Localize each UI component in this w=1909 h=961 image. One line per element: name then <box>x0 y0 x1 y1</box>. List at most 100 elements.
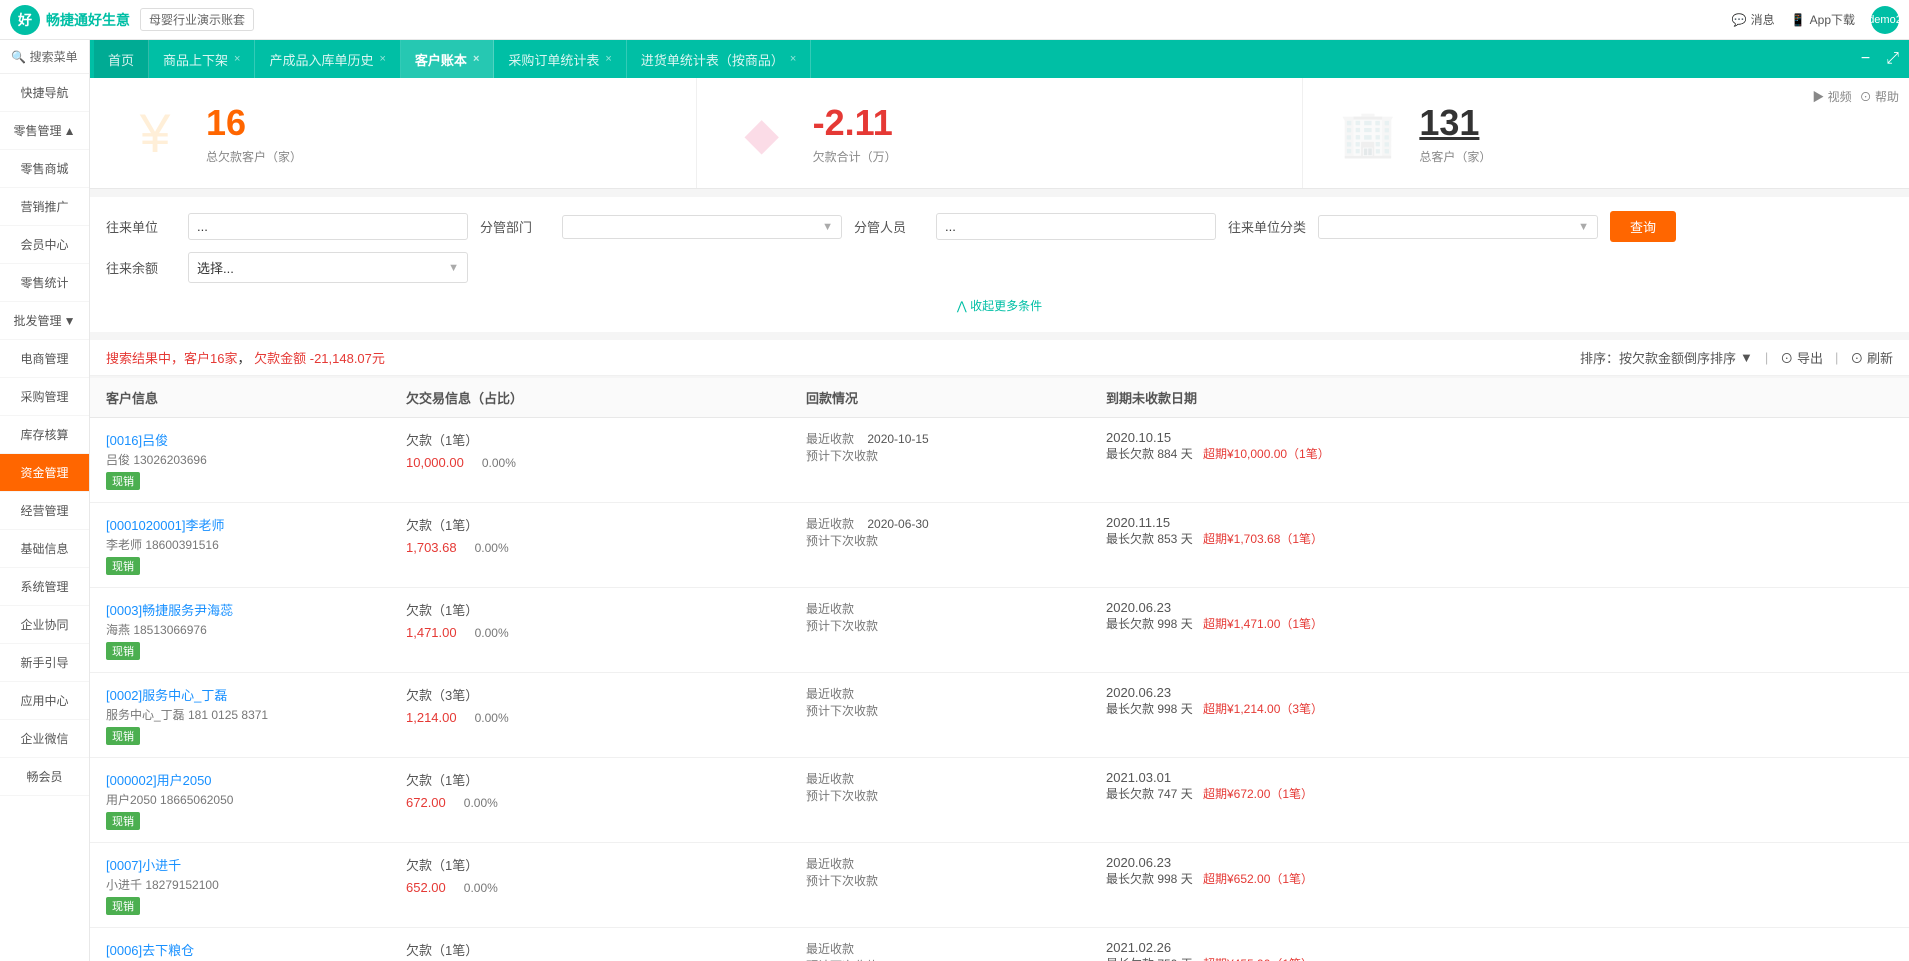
tab-product-listing-close[interactable]: × <box>234 53 240 65</box>
payback-label: 最近收款 2020-10-15 <box>806 430 1106 447</box>
payback-next: 预计下次收款 <box>806 532 1106 549</box>
tab-maximize-button[interactable]: ⤢ <box>1880 50 1905 68</box>
customer-name[interactable]: [000002]用户2050 <box>106 770 406 789</box>
sort-selector[interactable]: 排序：按欠款金额倒序排序 ▼ <box>1580 348 1753 367</box>
video-action[interactable]: ▶ 视频 <box>1812 88 1851 105</box>
tab-instock-stats[interactable]: 进货单统计表（按商品） × <box>627 40 811 78</box>
help-action[interactable]: ⊙ 帮助 <box>1860 88 1899 105</box>
tab-purchase-order[interactable]: 采购订单统计表 × <box>494 40 626 78</box>
debt-amount[interactable]: 10,000.00 <box>406 455 464 470</box>
customer-name[interactable]: [0006]去下粮仓 <box>106 940 406 959</box>
tab-customer-account-close[interactable]: × <box>473 53 479 65</box>
debt-customers-info: 16 总欠款客户（家） <box>206 102 302 165</box>
tab-customer-account[interactable]: 客户账本 × <box>401 40 494 78</box>
sidebar-item-new-guide[interactable]: 新手引导 <box>0 644 89 682</box>
collapse-label: 收起更多条件 <box>970 299 1042 313</box>
tab-home[interactable]: 首页 <box>94 40 149 78</box>
dept-select[interactable]: ▼ <box>562 215 842 239</box>
search-menu[interactable]: 🔍 搜索菜单 <box>0 40 89 74</box>
overdue-link[interactable]: 超期¥672.00（1笔） <box>1203 787 1313 801</box>
app-download-action[interactable]: 📱 App下载 <box>1791 11 1855 28</box>
sidebar-item-enterprise-wechat[interactable]: 企业微信 <box>0 720 89 758</box>
customer-name[interactable]: [0001020001]李老师 <box>106 515 406 534</box>
sidebar-item-quicknav[interactable]: 快捷导航 <box>0 74 89 112</box>
message-icon: 💬 <box>1732 13 1747 27</box>
debt-percent: 0.00% <box>482 456 516 470</box>
sidebar-item-collab[interactable]: 企业协同 <box>0 606 89 644</box>
debt-customers-bg-icon: ¥ <box>140 101 171 165</box>
overdue-link[interactable]: 超期¥652.00（1笔） <box>1203 872 1313 886</box>
debt-customers-number: 16 <box>206 102 302 144</box>
message-action[interactable]: 💬 消息 <box>1732 11 1775 28</box>
sidebar-item-operations[interactable]: 经营管理 <box>0 492 89 530</box>
company-selector[interactable]: 母婴行业演示账套 <box>140 8 254 31</box>
debt-row: 652.00 0.00% <box>406 880 806 895</box>
tab-purchase-order-close[interactable]: × <box>605 53 611 65</box>
debt-amount[interactable]: 652.00 <box>406 880 446 895</box>
sidebar-item-system[interactable]: 系统管理 <box>0 568 89 606</box>
export-action[interactable]: ⊙ 导出 <box>1780 348 1823 367</box>
sidebar-item-purchase[interactable]: 采购管理 <box>0 378 89 416</box>
customer-name[interactable]: [0016]吕俊 <box>106 430 406 449</box>
overdue-link[interactable]: 超期¥455.90（1笔） <box>1203 957 1313 961</box>
ecommerce-label: 电商管理 <box>20 352 68 366</box>
overdue-days: 最长欠款 750 天 <box>1106 957 1199 961</box>
overdue-link[interactable]: 超期¥1,471.00（1笔） <box>1203 617 1323 631</box>
overdue-link[interactable]: 超期¥1,214.00（3笔） <box>1203 702 1323 716</box>
tab-minimize-button[interactable]: − <box>1855 50 1876 68</box>
customer-name[interactable]: [0002]服务中心_丁磊 <box>106 685 406 704</box>
debt-amount[interactable]: 1,471.00 <box>406 625 457 640</box>
due-date-cell: 2020.06.23 最长欠款 998 天 超期¥1,471.00（1笔） <box>1106 600 1893 632</box>
collapse-button[interactable]: ⋀ 收起更多条件 <box>106 293 1893 318</box>
person-input[interactable]: ... <box>936 213 1216 240</box>
customer-name[interactable]: [0007]小进千 <box>106 855 406 874</box>
customer-sub: 李老师 18600391516 <box>106 536 406 553</box>
tab-product-instock-close[interactable]: × <box>379 53 385 65</box>
sidebar-item-members[interactable]: 会员中心 <box>0 226 89 264</box>
overdue-link[interactable]: 超期¥1,703.68（1笔） <box>1203 532 1323 546</box>
sidebar-item-capital[interactable]: 资金管理 <box>0 454 89 492</box>
debt-amount-bg-icon: ◆ <box>744 107 779 160</box>
sidebar-item-retail-mall[interactable]: 零售商城 <box>0 150 89 188</box>
stat-card-actions: ▶ 视频 ⊙ 帮助 <box>1812 88 1899 105</box>
customer-info-cell: [0003]畅捷服务尹海蕊 海燕 18513066976 现销 <box>106 600 406 660</box>
sidebar-item-basic-info[interactable]: 基础信息 <box>0 530 89 568</box>
debt-amount-label: 欠款合计（万） <box>813 148 897 165</box>
sidebar: 🔍 搜索菜单 快捷导航 零售管理 ▲ 零售商城 营销推广 会员中心 零售统计 <box>0 40 90 961</box>
table-row: [0002]服务中心_丁磊 服务中心_丁磊 181 0125 8371 现销 欠… <box>90 673 1909 758</box>
tab-product-instock-label: 产成品入库单历史 <box>269 50 373 69</box>
debt-amount[interactable]: 1,214.00 <box>406 710 457 725</box>
unit-class-select[interactable]: ▼ <box>1318 215 1598 239</box>
debt-label: 欠款（3笔） <box>406 685 806 704</box>
overdue-link[interactable]: 超期¥10,000.00（1笔） <box>1203 447 1330 461</box>
logo-text: 畅捷通好生意 <box>46 10 130 30</box>
sidebar-item-app-center[interactable]: 应用中心 <box>0 682 89 720</box>
debt-percent: 0.00% <box>475 541 509 555</box>
query-button[interactable]: 查询 <box>1610 211 1676 242</box>
debt-amount[interactable]: 1,703.68 <box>406 540 457 555</box>
tab-bar: 首页 商品上下架 × 产成品入库单历史 × 客户账本 × 采购订单统计表 × <box>90 40 1909 78</box>
avatar[interactable]: demo2 <box>1871 6 1899 34</box>
message-label: 消息 <box>1751 11 1775 28</box>
payback-label: 最近收款 <box>806 685 1106 702</box>
sidebar-item-retail-mgmt[interactable]: 零售管理 ▲ <box>0 112 89 150</box>
from-unit-input[interactable]: ... <box>188 213 468 240</box>
tab-product-listing[interactable]: 商品上下架 × <box>149 40 255 78</box>
table-row: [000002]用户2050 用户2050 18665062050 现销 欠款（… <box>90 758 1909 843</box>
sidebar-item-ecommerce[interactable]: 电商管理 <box>0 340 89 378</box>
balance-select[interactable]: 选择... ▼ <box>188 252 468 283</box>
sidebar-item-batch-mgmt[interactable]: 批发管理 ▼ <box>0 302 89 340</box>
payback-cell: 最近收款 预计下次收款 <box>806 685 1106 719</box>
customer-name[interactable]: [0003]畅捷服务尹海蕊 <box>106 600 406 619</box>
sidebar-item-vip[interactable]: 畅会员 <box>0 758 89 796</box>
debt-amount[interactable]: 672.00 <box>406 795 446 810</box>
unit-class-label: 往来单位分类 <box>1228 217 1306 236</box>
due-date: 2020.06.23 <box>1106 685 1893 700</box>
tab-product-instock[interactable]: 产成品入库单历史 × <box>255 40 400 78</box>
due-date-cell: 2020.10.15 最长欠款 884 天 超期¥10,000.00（1笔） <box>1106 430 1893 462</box>
refresh-action[interactable]: ⊙ 刷新 <box>1850 348 1893 367</box>
tab-instock-stats-close[interactable]: × <box>790 53 796 65</box>
sidebar-item-retail-stats[interactable]: 零售统计 <box>0 264 89 302</box>
sidebar-item-inventory[interactable]: 库存核算 <box>0 416 89 454</box>
sidebar-item-marketing[interactable]: 营销推广 <box>0 188 89 226</box>
